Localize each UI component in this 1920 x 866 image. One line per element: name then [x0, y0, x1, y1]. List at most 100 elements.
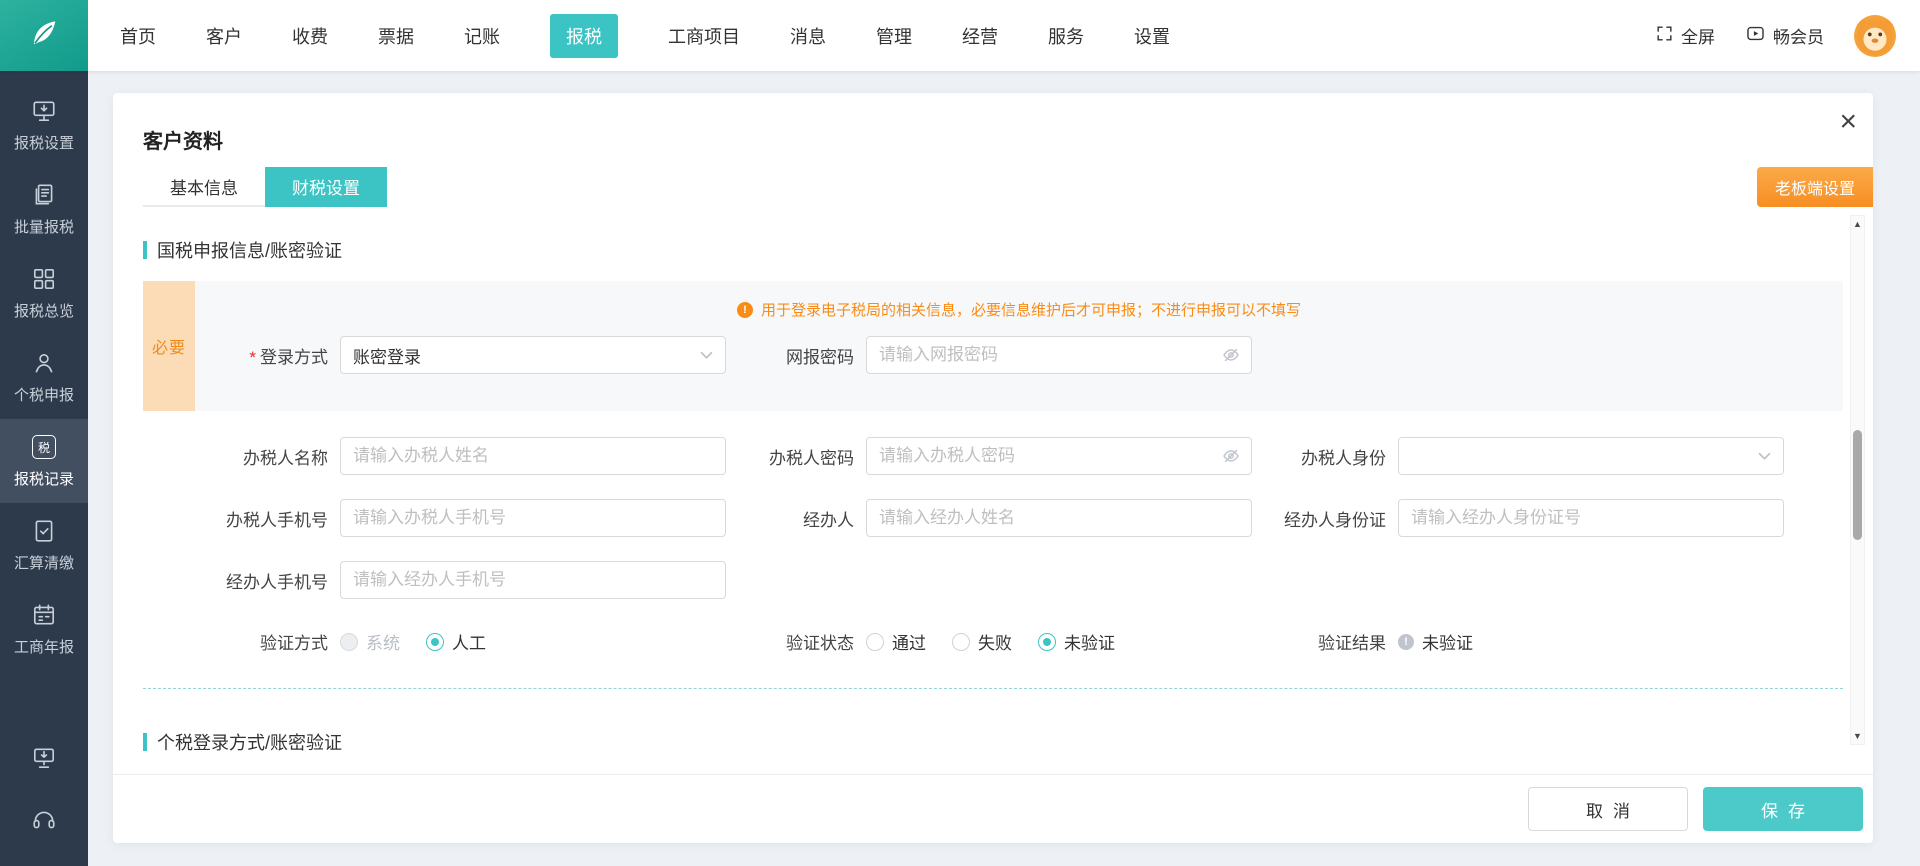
- section-title: 国税申报信息/账密验证: [157, 241, 342, 261]
- agent-phone-field: [340, 561, 726, 599]
- agent-id-field: [1398, 499, 1784, 537]
- dialog-body: 国税申报信息/账密验证 必要 用于登录电子税局的相关信息，必要信息维护后才可申报…: [143, 207, 1843, 755]
- login-method-value: 账密登录: [353, 347, 421, 367]
- personal-tax-icon: [31, 350, 57, 377]
- sidebar-item-batch-tax[interactable]: 批量报税: [0, 167, 88, 251]
- verification-row: 验证方式 系统 人工 验证状态 通过 失败 未验证 验证结果 ! 未验证: [143, 629, 1843, 654]
- agent-phone-label: 经办人手机号: [226, 572, 328, 592]
- tab-finance-tax-settings[interactable]: 财税设置: [265, 167, 387, 207]
- save-button[interactable]: 保存: [1703, 787, 1863, 831]
- tax-overview-icon: [31, 266, 57, 293]
- radio-status-unverified[interactable]: 未验证: [1038, 629, 1115, 654]
- scrollbar-thumb[interactable]: [1853, 430, 1862, 540]
- verify-result-zone: 未验证: [1398, 629, 1784, 654]
- sidebar-item-tax-records[interactable]: 税 报税记录: [0, 419, 88, 503]
- agent-name-input[interactable]: [866, 499, 1252, 537]
- topbar-right: 全屏 畅会员: [1655, 14, 1920, 57]
- annual-report-icon: [31, 602, 57, 629]
- chevron-down-icon: [1758, 446, 1771, 466]
- radio-verify-method-manual[interactable]: 人工: [426, 629, 486, 654]
- taxer-identity-label: 办税人身份: [1301, 448, 1386, 468]
- agent-id-label: 经办人身份证: [1284, 510, 1386, 530]
- fullscreen-icon: [1655, 24, 1674, 48]
- verify-method-group: 系统 人工: [340, 629, 726, 654]
- verify-result-label: 验证结果: [1318, 634, 1386, 653]
- taxer-password-field: [866, 437, 1252, 475]
- notice-row: 用于登录电子税局的相关信息，必要信息维护后才可申报；不进行申报可以不填写: [195, 299, 1843, 320]
- agent-id-input[interactable]: [1398, 499, 1784, 537]
- nav-item-management[interactable]: 管理: [876, 23, 912, 49]
- national-tax-section-header: 国税申报信息/账密验证: [143, 237, 1843, 263]
- close-icon[interactable]: [1839, 107, 1857, 137]
- nav-item-messages[interactable]: 消息: [790, 23, 826, 49]
- avatar[interactable]: [1854, 14, 1896, 57]
- required-panel-body: 用于登录电子税局的相关信息，必要信息维护后才可申报；不进行申报可以不填写 登录方…: [195, 281, 1843, 411]
- sidebar-item-tax-overview[interactable]: 报税总览: [0, 251, 88, 335]
- sidebar-item-tax-settings[interactable]: 报税设置: [0, 83, 88, 167]
- top-navigation-bar: 首页 客户 收费 票据 记账 报税 工商项目 消息 管理 经营 服务 设置 全屏: [0, 0, 1920, 71]
- taxer-phone-input[interactable]: [340, 499, 726, 537]
- chevron-down-icon: [700, 345, 713, 365]
- taxer-name-field: [340, 437, 726, 475]
- nav-item-business-projects[interactable]: 工商项目: [668, 23, 740, 49]
- nav-item-customers[interactable]: 客户: [206, 23, 242, 49]
- member-button[interactable]: 畅会员: [1745, 23, 1824, 48]
- net-password-field: [866, 336, 1252, 374]
- login-method-select[interactable]: 账密登录: [340, 336, 726, 374]
- taxer-name-label: 办税人名称: [243, 448, 328, 468]
- agent-phone-input[interactable]: [340, 561, 726, 599]
- dialog-title: 客户资料: [143, 131, 223, 153]
- radio-status-pass[interactable]: 通过: [866, 629, 926, 654]
- nav-item-tax-filing[interactable]: 报税: [550, 13, 618, 58]
- agent-label: 经办人: [803, 510, 854, 530]
- batch-tax-icon: [31, 182, 57, 209]
- taxer-password-input[interactable]: [866, 437, 1252, 475]
- taxer-name-input[interactable]: [340, 437, 726, 475]
- scroll-up-arrow[interactable]: [1851, 216, 1864, 232]
- sidebar-support-button[interactable]: [0, 807, 88, 838]
- info-icon-gray: [1398, 633, 1414, 650]
- eye-off-icon[interactable]: [1221, 446, 1241, 466]
- main-content-area: 客户资料 基本信息 财税设置 老板端设置 国税申报信息/账密验证 必要 用于登录…: [88, 71, 1920, 866]
- tab-basic-info[interactable]: 基本信息: [143, 167, 265, 207]
- verify-status-group: 通过 失败 未验证: [866, 629, 1252, 654]
- left-sidebar: 报税设置 批量报税 报税总览 个税申报 税 报税记录 汇算清缴 工商年报: [0, 71, 88, 866]
- taxer-password-label: 办税人密码: [769, 448, 854, 468]
- radio-circle: [866, 632, 884, 651]
- sidebar-download-button[interactable]: [0, 745, 88, 776]
- radio-label: 失败: [978, 634, 1012, 653]
- required-badge: 必要: [143, 281, 195, 411]
- dialog-scrollbar[interactable]: [1850, 215, 1865, 745]
- boss-settings-button[interactable]: 老板端设置: [1756, 167, 1873, 207]
- net-password-input[interactable]: [866, 336, 1252, 374]
- taxer-phone-field: [340, 499, 726, 537]
- nav-item-operations[interactable]: 经营: [962, 23, 998, 49]
- play-video-icon: [1745, 24, 1766, 48]
- eye-off-icon[interactable]: [1221, 345, 1241, 365]
- radio-status-fail[interactable]: 失败: [952, 629, 1012, 654]
- sidebar-item-settlement[interactable]: 汇算清缴: [0, 503, 88, 587]
- scroll-down-arrow[interactable]: [1851, 728, 1864, 744]
- nav-item-billing[interactable]: 收费: [292, 23, 328, 49]
- customer-profile-dialog: 客户资料 基本信息 财税设置 老板端设置 国税申报信息/账密验证 必要 用于登录…: [113, 93, 1873, 843]
- fullscreen-label: 全屏: [1681, 28, 1715, 47]
- radio-circle: [952, 632, 970, 651]
- radio-circle-selected: [1038, 632, 1056, 651]
- sidebar-item-personal-tax[interactable]: 个税申报: [0, 335, 88, 419]
- fullscreen-button[interactable]: 全屏: [1655, 23, 1715, 48]
- notice-text: 用于登录电子税局的相关信息，必要信息维护后才可申报；不进行申报可以不填写: [760, 302, 1301, 319]
- section-accent-bar: [143, 733, 147, 751]
- required-info-panel: 必要 用于登录电子税局的相关信息，必要信息维护后才可申报；不进行申报可以不填写 …: [143, 281, 1843, 411]
- nav-item-bookkeeping[interactable]: 记账: [464, 23, 500, 49]
- nav-item-invoices[interactable]: 票据: [378, 23, 414, 49]
- nav-item-home[interactable]: 首页: [120, 23, 156, 49]
- sidebar-item-annual-report[interactable]: 工商年报: [0, 587, 88, 671]
- dashed-divider: [143, 688, 1843, 689]
- taxer-identity-select[interactable]: [1398, 437, 1784, 475]
- login-method-row: 登录方式 账密登录 网报密码: [195, 336, 1843, 374]
- net-password-label: 网报密码: [786, 347, 854, 367]
- cancel-button[interactable]: 取消: [1528, 787, 1688, 831]
- nav-item-settings[interactable]: 设置: [1134, 23, 1170, 49]
- nav-item-services[interactable]: 服务: [1048, 23, 1084, 49]
- sidebar-item-label: 报税总览: [13, 302, 74, 320]
